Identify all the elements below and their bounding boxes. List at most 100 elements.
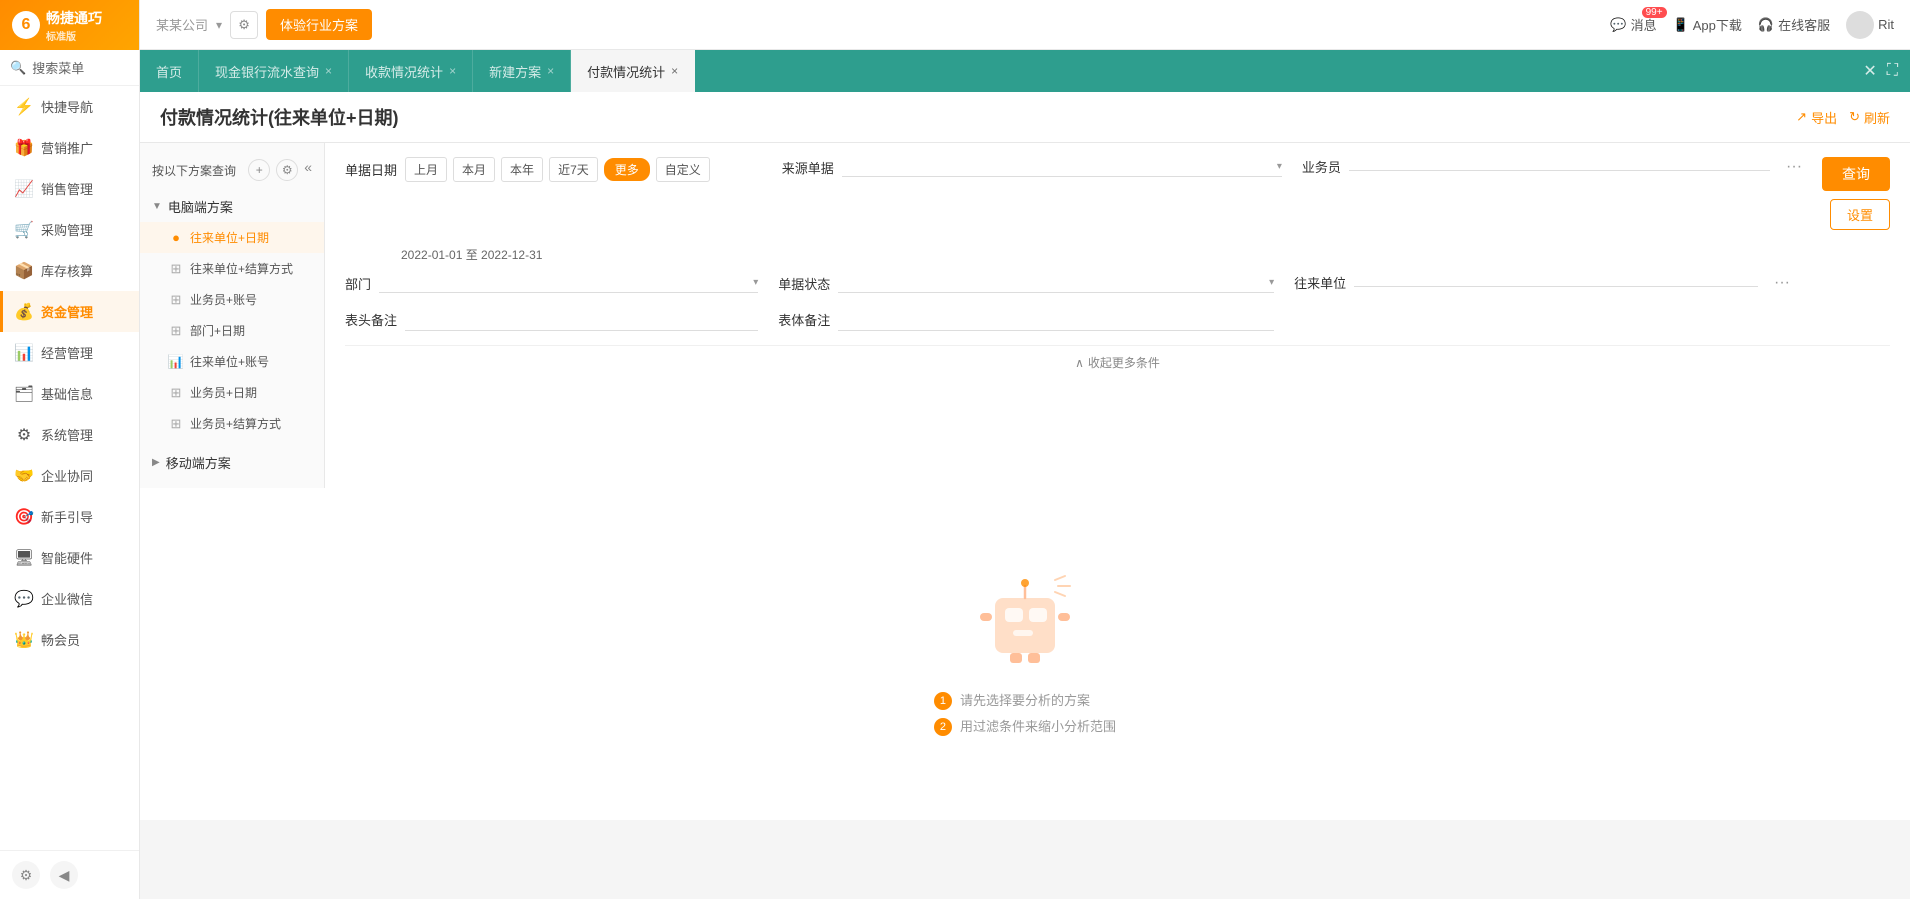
sidebar-item-member[interactable]: 👑 畅会员 [0, 619, 139, 660]
scheme-icon: ⊞ [168, 323, 184, 339]
doc-status-select[interactable]: ▾ [838, 273, 1274, 293]
sidebar-nav: ⚡ 快捷导航 🎁 营销推广 📈 销售管理 🛒 采购管理 📦 库存核算 💰 资金管… [0, 86, 139, 850]
date-btn-7days[interactable]: 近7天 [549, 157, 598, 182]
date-label: 单据日期 [345, 160, 397, 179]
footer-collapse-btn[interactable]: ◀ [50, 861, 78, 889]
sidebar-item-marketing[interactable]: 🎁 营销推广 [0, 127, 139, 168]
sidebar-item-purchase[interactable]: 🛒 采购管理 [0, 209, 139, 250]
tab-home[interactable]: 首页 [140, 50, 199, 92]
collapse-more-btn[interactable]: ∧ 收起更多条件 [345, 345, 1890, 379]
footer-settings-btn[interactable]: ⚙ [12, 861, 40, 889]
message-btn[interactable]: 💬 消息 99+ [1610, 15, 1656, 34]
enterprise-icon: 🤝 [15, 467, 33, 485]
sidebar-item-quick-nav[interactable]: ⚡ 快捷导航 [0, 86, 139, 127]
partner-select[interactable] [1354, 278, 1758, 287]
tab-cashflow[interactable]: 现金银行流水查询 × [199, 50, 349, 92]
message-badge: 99+ [1642, 7, 1667, 18]
hint-num-1: 1 [934, 692, 952, 710]
salesperson-select[interactable] [1349, 162, 1770, 171]
basic-icon: 🗂 [15, 385, 33, 403]
online-service-btn[interactable]: 🎧 在线客服 [1758, 15, 1830, 34]
refresh-btn[interactable]: ↻ 刷新 [1849, 108, 1890, 127]
scheme-item-partner-account[interactable]: 📊 往来单位+账号 [140, 346, 324, 377]
date-btn-this-year[interactable]: 本年 [501, 157, 543, 182]
scheme-item-staff-settle[interactable]: ⊞ 业务员+结算方式 [140, 408, 324, 439]
scheme-panel-collapse-btn[interactable]: « [304, 159, 312, 181]
scheme-item-partner-settle[interactable]: ⊞ 往来单位+结算方式 [140, 253, 324, 284]
tab-payment-out-stat[interactable]: 付款情况统计 × [571, 50, 695, 92]
quick-nav-icon: ⚡ [15, 98, 33, 116]
marketing-icon: 🎁 [15, 139, 33, 157]
tab-payment-out-stat-close[interactable]: × [671, 64, 678, 78]
date-btn-this-month[interactable]: 本月 [453, 157, 495, 182]
trial-btn[interactable]: 体验行业方案 [266, 9, 372, 40]
collapse-label: 收起更多条件 [1088, 354, 1160, 371]
date-btn-more[interactable]: 更多 [604, 158, 650, 181]
app-download-btn[interactable]: 📱 App下载 [1673, 15, 1742, 34]
salesperson-filter: 业务员 ··· [1302, 157, 1802, 176]
search-menu-item[interactable]: 🔍 搜索菜单 [0, 50, 139, 86]
avatar [1846, 11, 1874, 39]
message-icon: 💬 [1610, 17, 1626, 33]
empty-state: 1 请先选择要分析的方案 2 用过滤条件来缩小分析范围 [140, 488, 1910, 820]
header-note-input[interactable] [405, 307, 758, 331]
dept-label: 部门 [345, 274, 371, 293]
scheme-item-partner-date[interactable]: ● 往来单位+日期 [140, 222, 324, 253]
scheme-item-label: 业务员+结算方式 [190, 415, 281, 432]
mobile-scheme-arrow: ▶ [152, 457, 160, 468]
date-btn-custom[interactable]: 自定义 [656, 157, 710, 182]
company-dropdown-icon[interactable]: ▾ [216, 18, 222, 32]
tab-payment-stat-label: 收款情况统计 [365, 62, 443, 81]
scheme-icon: ⊞ [168, 416, 184, 432]
partner-ellipsis[interactable]: ··· [1774, 274, 1790, 292]
salesperson-ellipsis[interactable]: ··· [1786, 158, 1802, 176]
desktop-scheme-group-title[interactable]: ▼ 电脑端方案 [140, 191, 324, 222]
scheme-icon: 📊 [168, 354, 184, 370]
source-doc-select[interactable]: ▾ [842, 157, 1282, 177]
tab-cashflow-close[interactable]: × [325, 64, 332, 78]
scheme-item-staff-account[interactable]: ⊞ 业务员+账号 [140, 284, 324, 315]
sidebar-item-basic[interactable]: 🗂 基础信息 [0, 373, 139, 414]
body-note-input[interactable] [838, 307, 1274, 331]
add-scheme-btn[interactable]: + [248, 159, 270, 181]
sidebar-item-label: 企业协同 [41, 466, 93, 485]
sidebar-item-label: 资金管理 [41, 302, 93, 321]
filter-settings-btn[interactable]: 设置 [1830, 199, 1890, 230]
sidebar-item-system[interactable]: ⚙ 系统管理 [0, 414, 139, 455]
sidebar-item-weixin[interactable]: 💬 企业微信 [0, 578, 139, 619]
sidebar-item-label: 新手引导 [41, 507, 93, 526]
close-all-btn[interactable]: ✕ [1863, 61, 1876, 81]
sidebar-item-hardware[interactable]: 🖥 智能硬件 [0, 537, 139, 578]
tab-payment-stat[interactable]: 收款情况统计 × [349, 50, 473, 92]
sidebar-item-inventory[interactable]: 📦 库存核算 [0, 250, 139, 291]
system-icon: ⚙ [15, 426, 33, 444]
dept-dropdown-icon: ▾ [753, 277, 758, 288]
tab-payment-stat-close[interactable]: × [449, 64, 456, 78]
dept-select[interactable]: ▾ [379, 273, 758, 293]
sidebar-item-guide[interactable]: 🎯 新手引导 [0, 496, 139, 537]
sidebar-item-operations[interactable]: 📊 经营管理 [0, 332, 139, 373]
date-range-value: 2022-01-01 至 2022-12-31 [401, 246, 542, 263]
tab-new-scheme[interactable]: 新建方案 × [473, 50, 571, 92]
topbar-settings-btn[interactable]: ⚙ [230, 11, 258, 39]
sidebar-item-enterprise[interactable]: 🤝 企业协同 [0, 455, 139, 496]
hint-text-1: 请先选择要分析的方案 [960, 688, 1090, 714]
scheme-item-dept-date[interactable]: ⊞ 部门+日期 [140, 315, 324, 346]
scheme-item-staff-date[interactable]: ⊞ 业务员+日期 [140, 377, 324, 408]
user-area[interactable]: Rit [1846, 11, 1894, 39]
scheme-item-label: 部门+日期 [190, 322, 245, 339]
scheme-settings-btn[interactable]: ⚙ [276, 159, 298, 181]
sidebar-item-capital[interactable]: 💰 资金管理 [0, 291, 139, 332]
topbar-right: 💬 消息 99+ 📱 App下载 🎧 在线客服 Rit [1610, 11, 1894, 39]
fullscreen-btn[interactable]: ⛶ [1887, 62, 1898, 80]
source-doc-label: 来源单据 [782, 158, 834, 177]
date-btn-last-month[interactable]: 上月 [405, 157, 447, 182]
scheme-icon: ⊞ [168, 385, 184, 401]
query-area: 查询 设置 [1822, 157, 1890, 230]
export-btn[interactable]: ↗ 导出 [1796, 108, 1837, 127]
scheme-panel-header: 按以下方案查询 + ⚙ « [140, 153, 324, 191]
mobile-scheme-group-title[interactable]: ▶ 移动端方案 [140, 447, 324, 478]
query-btn[interactable]: 查询 [1822, 157, 1890, 191]
tab-new-scheme-close[interactable]: × [547, 64, 554, 78]
sidebar-item-sales[interactable]: 📈 销售管理 [0, 168, 139, 209]
